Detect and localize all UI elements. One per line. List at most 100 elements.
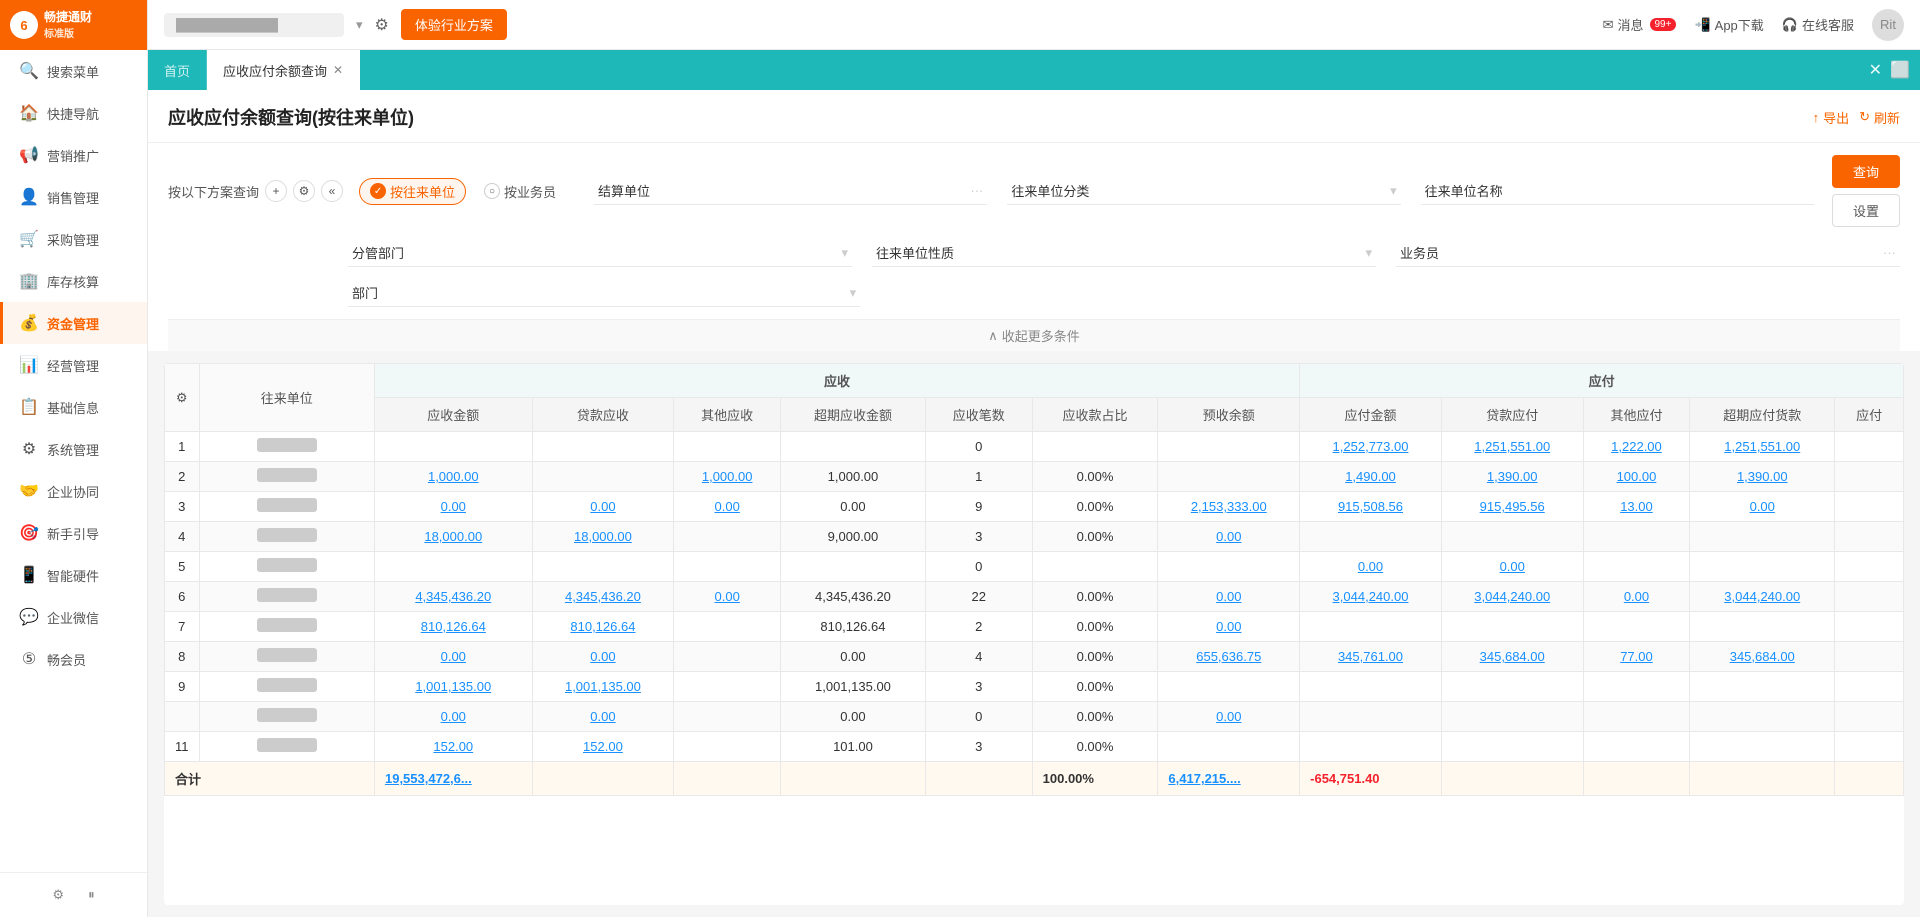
table-cell[interactable]: 1,001,135.00 [532,672,674,702]
table-cell[interactable] [1441,522,1583,552]
sidebar-item-member[interactable]: ⑤ 畅会员 [0,638,147,680]
table-cell[interactable]: 4,345,436.20 [532,582,674,612]
table-cell[interactable] [1583,552,1690,582]
tab-arquery[interactable]: 应收应付余额查询 ✕ [207,50,360,90]
table-cell[interactable]: 0.00 [532,642,674,672]
table-cell[interactable] [1300,672,1442,702]
table-cell[interactable] [532,552,674,582]
filter-collapse-icon[interactable]: « [321,180,343,202]
table-cell[interactable] [532,432,674,462]
promo-button[interactable]: 体验行业方案 [401,9,507,40]
table-cell[interactable] [1690,732,1835,762]
dept-manager-chevron[interactable]: ▾ [841,245,848,261]
table-cell[interactable] [1441,612,1583,642]
app-download-btn[interactable]: 📲 App下载 [1694,15,1763,34]
settlement-more-icon[interactable]: ··· [970,183,983,198]
table-cell[interactable] [674,432,781,462]
table-cell[interactable]: 18,000.00 [374,522,532,552]
sidebar-item-sales[interactable]: 👤 销售管理 [0,176,147,218]
table-cell[interactable]: 0.00 [674,582,781,612]
filter-group-partner[interactable]: ✓ 按往来单位 [359,178,466,205]
table-cell[interactable] [374,432,532,462]
user-avatar[interactable]: Rit [1872,9,1904,41]
table-cell[interactable] [1441,732,1583,762]
table-cell[interactable]: 77.00 [1583,642,1690,672]
table-cell[interactable]: 0.00 [1690,492,1835,522]
table-cell[interactable] [1158,462,1300,492]
table-cell[interactable] [674,732,781,762]
table-cell[interactable]: 345,761.00 [1300,642,1442,672]
table-cell[interactable]: 0.00 [374,492,532,522]
filter-settings-icon[interactable]: ⚙ [293,180,315,202]
table-cell[interactable] [1690,522,1835,552]
table-cell[interactable]: 2,153,333.00 [1158,492,1300,522]
table-cell[interactable]: 0.00 [1158,522,1300,552]
table-cell[interactable] [1158,732,1300,762]
table-cell[interactable]: 1,001,135.00 [374,672,532,702]
dept-chevron[interactable]: ▾ [850,285,857,301]
table-cell[interactable] [1690,702,1835,732]
online-service-btn[interactable]: 🎧 在线客服 [1782,15,1854,34]
table-cell[interactable] [674,672,781,702]
table-cell[interactable]: 0.00 [1158,702,1300,732]
table-cell[interactable] [1690,612,1835,642]
salesman-more-icon[interactable]: ··· [1883,245,1896,260]
sidebar-item-wechat[interactable]: 💬 企业微信 [0,596,147,638]
gear-icon[interactable]: ⚙ [375,15,389,35]
table-cell[interactable]: 4,345,436.20 [374,582,532,612]
close-window-icon[interactable]: ✕ [1869,60,1882,80]
table-cell[interactable]: 345,684.00 [1441,642,1583,672]
message-btn[interactable]: ✉ 消息 99+ [1603,15,1677,34]
table-cell[interactable]: 18,000.00 [532,522,674,552]
table-cell[interactable] [674,612,781,642]
sidebar-item-system[interactable]: ⚙ 系统管理 [0,428,147,470]
table-cell[interactable]: 915,508.56 [1300,492,1442,522]
table-cell[interactable] [674,642,781,672]
table-cell[interactable] [674,522,781,552]
table-settings-icon[interactable]: ⚙ [165,364,200,432]
table-cell[interactable]: 1,390.00 [1441,462,1583,492]
table-cell[interactable]: 1,000.00 [674,462,781,492]
table-cell[interactable]: 3,044,240.00 [1690,582,1835,612]
table-cell[interactable] [1300,612,1442,642]
table-cell[interactable] [1158,552,1300,582]
tab-home[interactable]: 首页 [148,50,207,90]
table-cell[interactable] [1690,672,1835,702]
sidebar-item-marketing[interactable]: 📢 营销推广 [0,134,147,176]
sidebar-item-cooperation[interactable]: 🤝 企业协同 [0,470,147,512]
table-cell[interactable] [674,552,781,582]
export-btn[interactable]: ↑ 导出 [1813,108,1850,127]
table-cell[interactable] [1441,702,1583,732]
table-cell[interactable]: 0.00 [374,702,532,732]
table-cell[interactable]: 0.00 [674,492,781,522]
table-cell[interactable]: 1,222.00 [1583,432,1690,462]
table-cell[interactable] [374,552,532,582]
table-cell[interactable] [1690,552,1835,582]
sidebar-item-search-menu[interactable]: 🔍 搜索菜单 [0,50,147,92]
table-cell[interactable] [1583,672,1690,702]
table-cell[interactable] [1158,672,1300,702]
table-cell[interactable]: 810,126.64 [374,612,532,642]
filter-add-btn[interactable]: + [265,180,287,202]
table-cell[interactable] [1583,522,1690,552]
table-cell[interactable] [674,702,781,732]
table-cell[interactable]: 0.00 [1441,552,1583,582]
table-cell[interactable]: 0.00 [1300,552,1442,582]
sidebar-item-inventory[interactable]: 🏢 库存核算 [0,260,147,302]
collapse-bar[interactable]: ∧ 收起更多条件 [168,319,1900,351]
chevron-down-icon[interactable]: ▾ [356,17,363,33]
sidebar-item-guide[interactable]: 🎯 新手引导 [0,512,147,554]
collapse-btn[interactable]: ⏸ [78,881,105,909]
table-cell[interactable]: 3,044,240.00 [1300,582,1442,612]
sidebar-item-hardware[interactable]: 📱 智能硬件 [0,554,147,596]
table-cell[interactable]: 0.00 [374,642,532,672]
table-cell[interactable]: 1,000.00 [374,462,532,492]
table-cell[interactable]: 0.00 [1158,582,1300,612]
table-cell[interactable] [1583,612,1690,642]
table-cell[interactable]: 13.00 [1583,492,1690,522]
settings-bottom-btn[interactable]: ⚙ [42,881,74,909]
table-cell[interactable] [1583,702,1690,732]
table-cell[interactable] [1300,732,1442,762]
table-cell[interactable]: 345,684.00 [1690,642,1835,672]
refresh-btn[interactable]: ↻ 刷新 [1859,108,1900,127]
